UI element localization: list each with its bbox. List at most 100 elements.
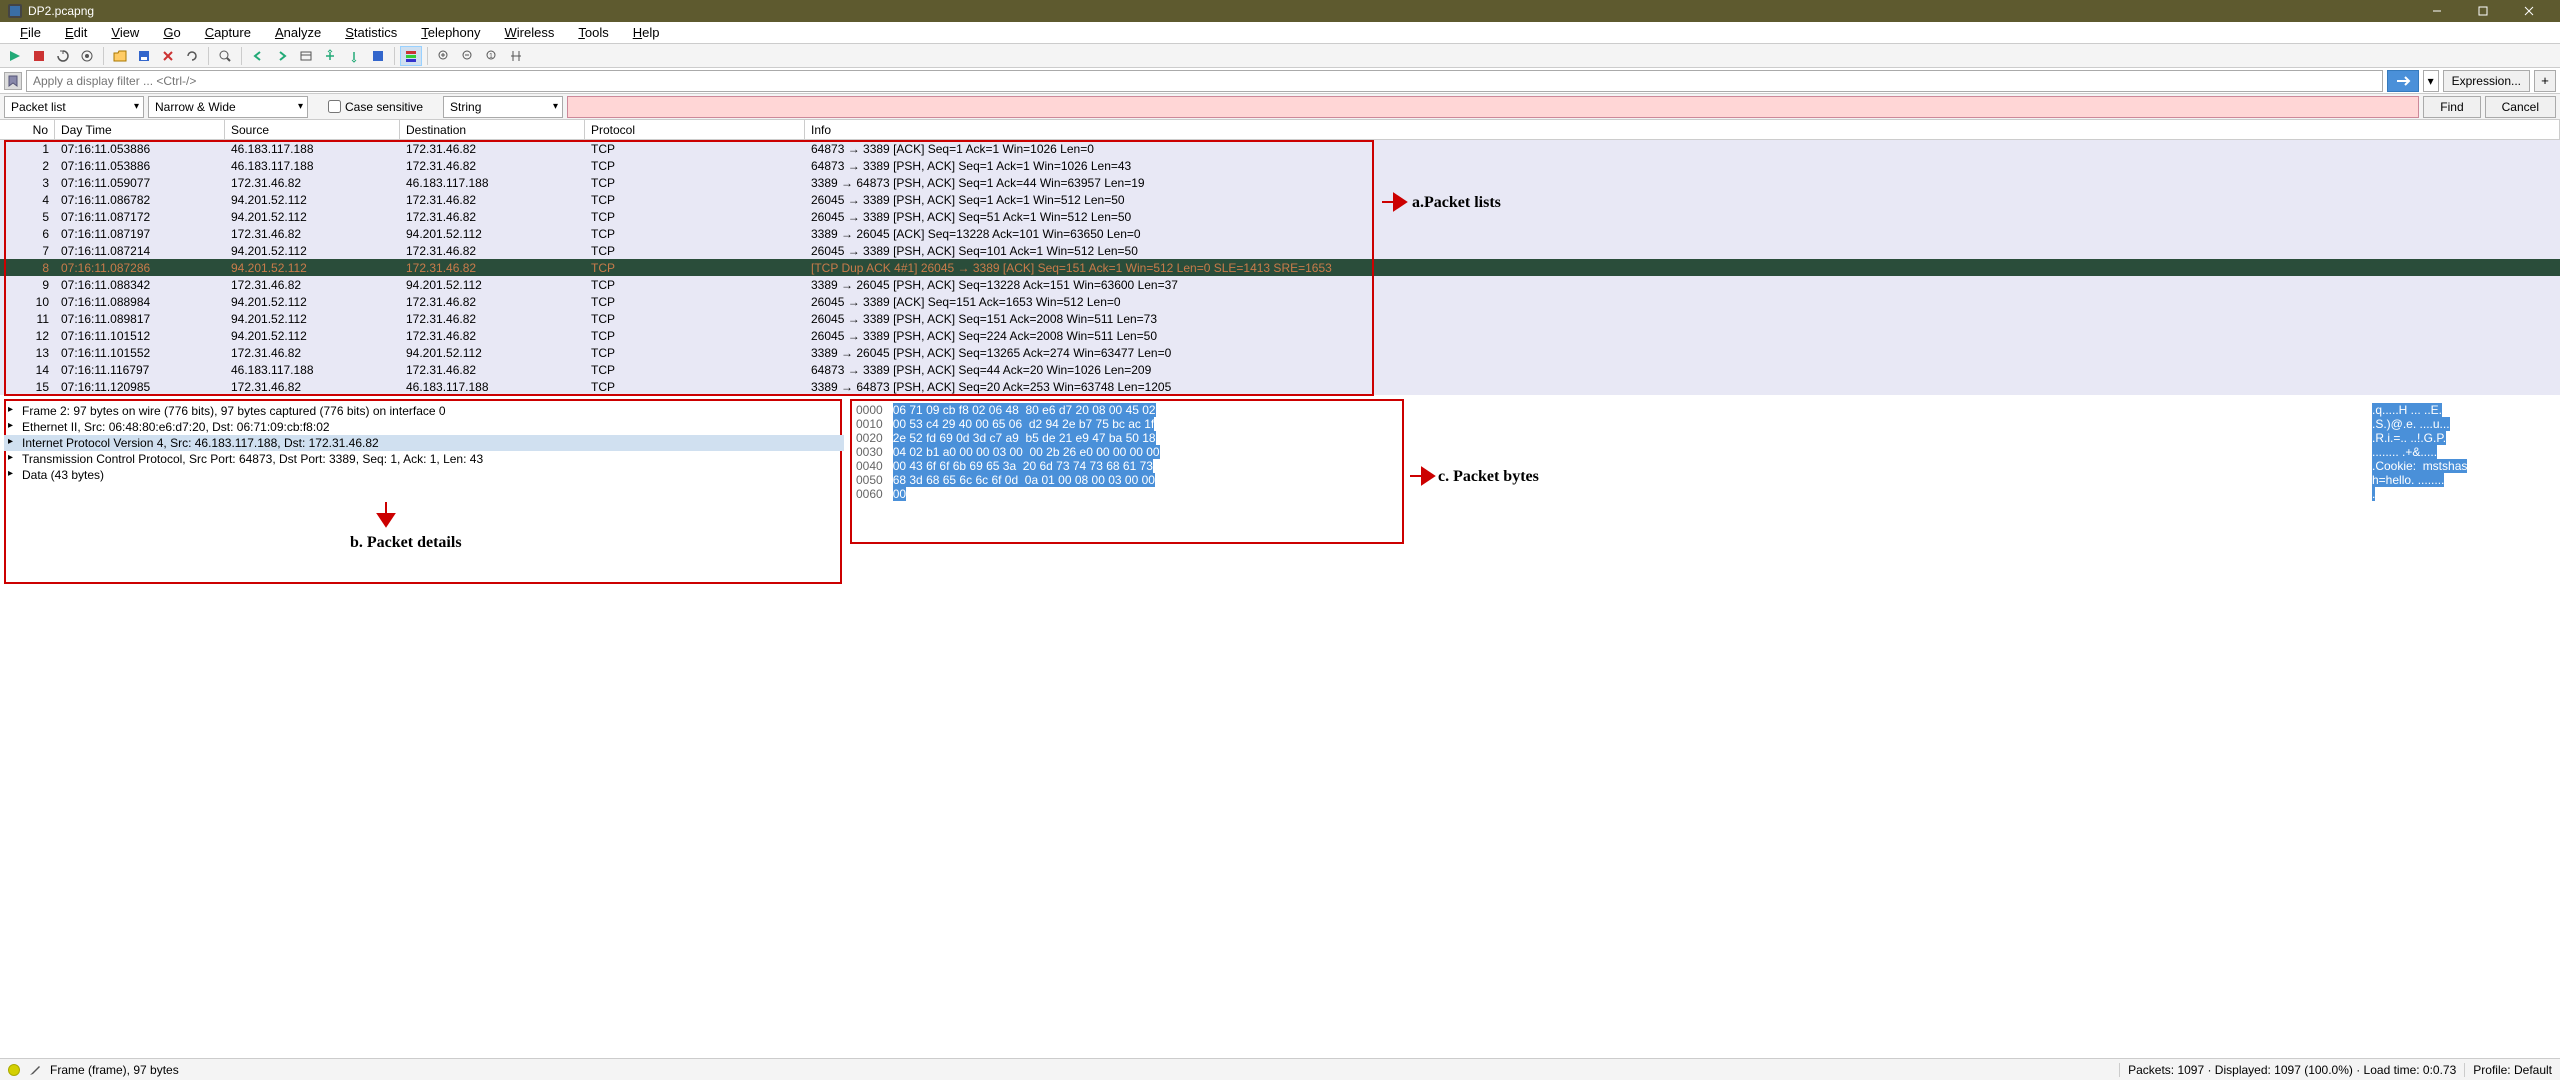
detail-tree-row[interactable]: Internet Protocol Version 4, Src: 46.183… xyxy=(4,435,844,451)
resize-columns-icon[interactable] xyxy=(505,46,527,66)
maximize-button[interactable] xyxy=(2460,0,2506,22)
find-packet-icon[interactable] xyxy=(214,46,236,66)
search-bar: Packet list Narrow & Wide Case sensitive… xyxy=(0,94,2560,120)
detail-tree-row[interactable]: Transmission Control Protocol, Src Port:… xyxy=(4,451,844,467)
packet-row[interactable]: 1507:16:11.120985172.31.46.8246.183.117.… xyxy=(0,378,2560,395)
window-title: DP2.pcapng xyxy=(28,4,2414,18)
stop-capture-icon[interactable] xyxy=(28,46,50,66)
menu-edit[interactable]: Edit xyxy=(53,23,99,42)
detail-tree-row[interactable]: Ethernet II, Src: 06:48:80:e6:d7:20, Dst… xyxy=(4,419,844,435)
packet-row[interactable]: 607:16:11.087197172.31.46.8294.201.52.11… xyxy=(0,225,2560,242)
col-time[interactable]: Day Time xyxy=(55,120,225,139)
hex-data-column: 06 71 09 cb f8 02 06 48 80 e6 d7 20 08 0… xyxy=(893,403,2372,645)
packet-row[interactable]: 1407:16:11.11679746.183.117.188172.31.46… xyxy=(0,361,2560,378)
go-forward-icon[interactable] xyxy=(271,46,293,66)
go-last-icon[interactable] xyxy=(343,46,365,66)
auto-scroll-icon[interactable] xyxy=(367,46,389,66)
search-type-dropdown[interactable]: String xyxy=(443,96,563,118)
search-input[interactable] xyxy=(567,96,2419,118)
menu-telephony[interactable]: Telephony xyxy=(409,23,492,42)
minimize-button[interactable] xyxy=(2414,0,2460,22)
menu-view[interactable]: View xyxy=(99,23,151,42)
packet-row[interactable]: 407:16:11.08678294.201.52.112172.31.46.8… xyxy=(0,191,2560,208)
menu-analyze[interactable]: Analyze xyxy=(263,23,333,42)
toolbar-sep xyxy=(208,47,209,65)
expert-info-icon[interactable] xyxy=(8,1064,20,1076)
status-left-text: Frame (frame), 97 bytes xyxy=(50,1063,179,1077)
start-capture-icon[interactable] xyxy=(4,46,26,66)
status-profile[interactable]: Profile: Default xyxy=(2464,1063,2552,1077)
zoom-reset-icon[interactable]: 1 xyxy=(481,46,503,66)
menu-go[interactable]: Go xyxy=(151,23,192,42)
hex-offset-column: 0000001000200030004000500060 xyxy=(856,403,893,645)
menu-capture[interactable]: Capture xyxy=(193,23,263,42)
col-no[interactable]: No xyxy=(0,120,55,139)
toolbar-sep xyxy=(103,47,104,65)
go-back-icon[interactable] xyxy=(247,46,269,66)
go-to-packet-icon[interactable] xyxy=(295,46,317,66)
menu-statistics[interactable]: Statistics xyxy=(333,23,409,42)
toolbar-sep xyxy=(241,47,242,65)
menubar: FileEditViewGoCaptureAnalyzeStatisticsTe… xyxy=(0,22,2560,44)
app-icon xyxy=(8,4,22,18)
go-first-icon[interactable] xyxy=(319,46,341,66)
add-filter-button[interactable]: + xyxy=(2534,70,2556,92)
search-charset-dropdown[interactable]: Narrow & Wide xyxy=(148,96,308,118)
hex-ascii-column: .q.....H ... ..E..S.)@.e. ....u....R.i.=… xyxy=(2372,403,2552,645)
svg-text:1: 1 xyxy=(489,53,493,60)
packet-row[interactable]: 307:16:11.059077172.31.46.8246.183.117.1… xyxy=(0,174,2560,191)
zoom-out-icon[interactable] xyxy=(457,46,479,66)
detail-tree-row[interactable]: Data (43 bytes) xyxy=(4,467,844,483)
restart-capture-icon[interactable] xyxy=(52,46,74,66)
packet-row[interactable]: 707:16:11.08721494.201.52.112172.31.46.8… xyxy=(0,242,2560,259)
capture-options-icon[interactable] xyxy=(76,46,98,66)
search-scope-dropdown[interactable]: Packet list xyxy=(4,96,144,118)
packet-row[interactable]: 207:16:11.05388646.183.117.188172.31.46.… xyxy=(0,157,2560,174)
find-button[interactable]: Find xyxy=(2423,96,2480,118)
colorize-icon[interactable] xyxy=(400,46,422,66)
menu-wireless[interactable]: Wireless xyxy=(493,23,567,42)
packet-row[interactable]: 107:16:11.05388646.183.117.188172.31.46.… xyxy=(0,140,2560,157)
toolbar-sep xyxy=(394,47,395,65)
packet-row[interactable]: 807:16:11.08728694.201.52.112172.31.46.8… xyxy=(0,259,2560,276)
packet-row[interactable]: 1207:16:11.10151294.201.52.112172.31.46.… xyxy=(0,327,2560,344)
expression-button[interactable]: Expression... xyxy=(2443,70,2530,92)
close-button[interactable] xyxy=(2506,0,2552,22)
filter-bar: ▾ Expression... + xyxy=(0,68,2560,94)
close-file-icon[interactable] xyxy=(157,46,179,66)
zoom-in-icon[interactable] xyxy=(433,46,455,66)
detail-tree-row[interactable]: Frame 2: 97 bytes on wire (776 bits), 97… xyxy=(4,403,844,419)
col-info[interactable]: Info xyxy=(805,120,2560,139)
col-destination[interactable]: Destination xyxy=(400,120,585,139)
toolbar-sep xyxy=(427,47,428,65)
save-file-icon[interactable] xyxy=(133,46,155,66)
packet-details[interactable]: Frame 2: 97 bytes on wire (776 bits), 97… xyxy=(0,399,848,649)
display-filter-input[interactable] xyxy=(26,70,2383,92)
col-source[interactable]: Source xyxy=(225,120,400,139)
packet-row[interactable]: 907:16:11.088342172.31.46.8294.201.52.11… xyxy=(0,276,2560,293)
packet-bytes[interactable]: 0000001000200030004000500060 06 71 09 cb… xyxy=(848,399,2560,649)
reload-icon[interactable] xyxy=(181,46,203,66)
mid-panel: Frame 2: 97 bytes on wire (776 bits), 97… xyxy=(0,399,2560,649)
case-sensitive-checkbox[interactable]: Case sensitive xyxy=(312,100,439,114)
statusbar: Frame (frame), 97 bytes Packets: 1097 · … xyxy=(0,1058,2560,1080)
packet-row[interactable]: 507:16:11.08717294.201.52.112172.31.46.8… xyxy=(0,208,2560,225)
menu-file[interactable]: File xyxy=(8,23,53,42)
cancel-button[interactable]: Cancel xyxy=(2485,96,2556,118)
status-packets: Packets: 1097 · Displayed: 1097 (100.0%)… xyxy=(2119,1063,2456,1077)
apply-filter-dropdown[interactable]: ▾ xyxy=(2423,70,2439,92)
toolbar: 1 xyxy=(0,44,2560,68)
packet-row[interactable]: 1107:16:11.08981794.201.52.112172.31.46.… xyxy=(0,310,2560,327)
menu-tools[interactable]: Tools xyxy=(566,23,620,42)
edit-icon[interactable] xyxy=(28,1063,42,1077)
packet-row[interactable]: 1007:16:11.08898494.201.52.112172.31.46.… xyxy=(0,293,2560,310)
bookmark-icon[interactable] xyxy=(4,72,22,90)
packet-row[interactable]: 1307:16:11.101552172.31.46.8294.201.52.1… xyxy=(0,344,2560,361)
packet-list[interactable]: 107:16:11.05388646.183.117.188172.31.46.… xyxy=(0,140,2560,399)
packet-list-header: No Day Time Source Destination Protocol … xyxy=(0,120,2560,140)
col-protocol[interactable]: Protocol xyxy=(585,120,805,139)
menu-help[interactable]: Help xyxy=(621,23,672,42)
titlebar: DP2.pcapng xyxy=(0,0,2560,22)
apply-filter-button[interactable] xyxy=(2387,70,2419,92)
open-file-icon[interactable] xyxy=(109,46,131,66)
